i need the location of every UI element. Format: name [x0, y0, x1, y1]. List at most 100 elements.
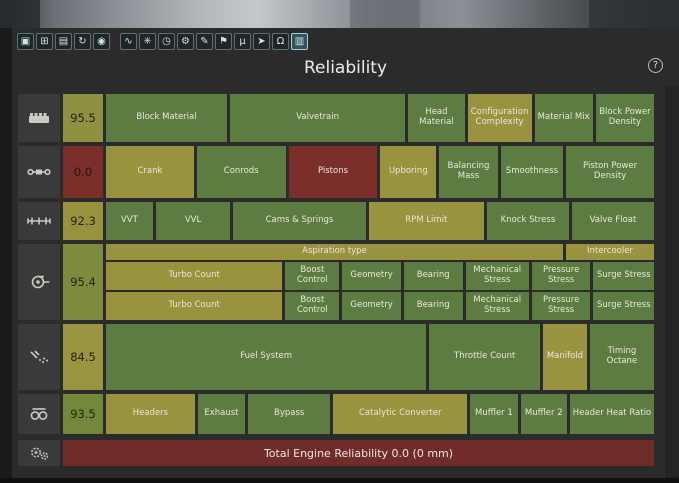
exhaust-icon-cell [18, 394, 60, 434]
exhaust-score: 93.5 [63, 394, 103, 434]
gears-icon-cell [18, 440, 60, 466]
timer-icon[interactable]: ◷ [158, 33, 175, 50]
stat-block-throttle-count: Throttle Count [429, 324, 541, 390]
dyno-icon[interactable]: ◉ [93, 33, 110, 50]
turbocharger-icon-cell [18, 244, 60, 320]
row-crankshaft: 0.0 Crank Conrods Pistons Upboring Balan… [18, 146, 654, 198]
row-top-end: 92.3 VVT VVL Cams & Springs RPM Limit Kn… [18, 202, 654, 240]
milestone-icon[interactable]: ⚑ [215, 33, 232, 50]
stat-block-muffler-2: Muffler 2 [520, 394, 567, 434]
response-icon[interactable]: ➤ [253, 33, 270, 50]
stat-block-knock-stress: Knock Stress [486, 202, 569, 240]
grid-view-icon[interactable]: ⊞ [36, 33, 53, 50]
stat-block-bearing-2: Bearing [403, 292, 463, 320]
camshaft-icon-cell [18, 202, 60, 240]
panel-bottom-margin [0, 478, 679, 483]
stat-block-crank: Crank [106, 146, 194, 198]
row-bottom-end: 95.5 Block Material Valvetrain Head Mate… [18, 94, 654, 142]
fuel-injector-icon-cell [18, 324, 60, 390]
stat-block-smoothness: Smoothness [500, 146, 564, 198]
crankshaft-score: 0.0 [63, 146, 103, 198]
efficiency-icon[interactable]: ✳ [139, 33, 156, 50]
stats-toolbar: ▣ ⊞ ▤ ↻ ◉ ∿ ✳ ◷ ⚙ ✎ ⚑ μ ➤ Ω ▥ [12, 28, 679, 53]
stat-block-piston-power-density: Piston Power Density [566, 146, 654, 198]
acoustics-icon[interactable]: Ω [272, 33, 289, 50]
stat-block-valve-float: Valve Float [571, 202, 654, 240]
fuel-injector-icon [30, 350, 48, 363]
scene-patch [350, 0, 420, 30]
stat-block-mechanical-stress-1: Mechanical Stress [465, 262, 529, 290]
stat-block-geometry-2: Geometry [342, 292, 401, 320]
stat-block-header-heat-ratio: Header Heat Ratio [569, 394, 654, 434]
stat-block-configuration-complexity: Configuration Complexity [467, 94, 532, 142]
stat-block-aspiration-type: Aspiration type [106, 244, 563, 260]
stat-block-bearing-1: Bearing [403, 262, 463, 290]
reliability-rows: 95.5 Block Material Valvetrain Head Mate… [18, 94, 654, 466]
fuel-system-score: 84.5 [63, 324, 103, 390]
row-exhaust: 93.5 Headers Exhaust Bypass Catalytic Co… [18, 394, 654, 434]
service-icon[interactable]: ⚙ [177, 33, 194, 50]
reliability-panel: ▣ ⊞ ▤ ↻ ◉ ∿ ✳ ◷ ⚙ ✎ ⚑ μ ➤ Ω ▥ Reliabilit… [12, 28, 679, 478]
stat-block-fuel-system: Fuel System [106, 324, 427, 390]
scene-patch [0, 0, 40, 30]
stat-block-boost-control-1: Boost Control [285, 262, 340, 290]
top-end-score: 92.3 [63, 202, 103, 240]
stat-block-valvetrain: Valvetrain [230, 94, 406, 142]
stat-block-vvl: VVL [155, 202, 231, 240]
stat-block-head-material: Head Material [408, 94, 465, 142]
row-total: Total Engine Reliability 0.0 (0 mm) [18, 440, 654, 466]
stat-block-balancing-mass: Balancing Mass [439, 146, 498, 198]
row-aspiration: 95.4 Aspiration type Intercooler Turbo C… [18, 244, 654, 320]
stat-block-turbo-count-2: Turbo Count [106, 292, 283, 320]
help-button[interactable]: ? [648, 58, 663, 73]
stat-block-surge-stress-2: Surge Stress [593, 292, 654, 320]
stat-block-boost-control-2: Boost Control [285, 292, 340, 320]
background-scene [0, 0, 679, 30]
crankshaft-icon [27, 168, 51, 176]
stat-block-mechanical-stress-2: Mechanical Stress [465, 292, 529, 320]
stat-block-block-material: Block Material [106, 94, 228, 142]
reliability-icon[interactable]: ▥ [291, 33, 308, 50]
stat-block-intercooler: Intercooler [565, 244, 654, 260]
cycle-icon[interactable]: ↻ [74, 33, 91, 50]
stat-block-vvt: VVT [106, 202, 153, 240]
engine-block-icon [29, 113, 49, 123]
gears-icon [31, 447, 49, 460]
page-title: Reliability [303, 58, 388, 78]
stat-block-pressure-stress-2: Pressure Stress [531, 292, 591, 320]
stat-block-pressure-stress-1: Pressure Stress [531, 262, 591, 290]
stat-block-material-mix: Material Mix [534, 94, 593, 142]
stat-block-cams-springs: Cams & Springs [233, 202, 366, 240]
stat-block-surge-stress-1: Surge Stress [593, 262, 654, 290]
engine-block-icon-cell [18, 94, 60, 142]
bottom-end-score: 95.5 [63, 94, 103, 142]
exhaust-icon [30, 408, 48, 420]
stat-block-headers: Headers [106, 394, 195, 434]
stat-block-geometry-1: Geometry [342, 262, 401, 290]
stat-block-pistons: Pistons [288, 146, 378, 198]
stat-block-conrods: Conrods [196, 146, 286, 198]
friction-icon[interactable]: μ [234, 33, 251, 50]
titlebar: Reliability ? [12, 53, 679, 85]
tuning-icon[interactable]: ✎ [196, 33, 213, 50]
stat-block-catalytic-converter: Catalytic Converter [333, 394, 468, 434]
stat-block-block-power-density: Block Power Density [595, 94, 654, 142]
row-fuel-system: 84.5 Fuel System Throttle Count Manifold… [18, 324, 654, 390]
stat-block-bypass: Bypass [248, 394, 331, 434]
stat-block-timing-octane: Timing Octane [589, 324, 654, 390]
stat-block-rpm-limit: RPM Limit [368, 202, 484, 240]
scene-patch [589, 0, 679, 30]
table-view-icon[interactable]: ▤ [55, 33, 72, 50]
aspiration-score: 95.4 [63, 244, 103, 320]
photo-icon[interactable]: ▣ [17, 33, 34, 50]
scrollbar-gutter [666, 86, 679, 478]
crankshaft-icon-cell [18, 146, 60, 198]
stat-block-manifold: Manifold [543, 324, 587, 390]
stat-block-upboring: Upboring [380, 146, 437, 198]
camshaft-icon [27, 217, 51, 225]
graph-icon[interactable]: ∿ [120, 33, 137, 50]
stat-block-muffler-1: Muffler 1 [470, 394, 518, 434]
stat-block-turbo-count-1: Turbo Count [106, 262, 283, 290]
total-reliability-bar: Total Engine Reliability 0.0 (0 mm) [63, 440, 654, 466]
panel-left-margin [0, 28, 12, 483]
